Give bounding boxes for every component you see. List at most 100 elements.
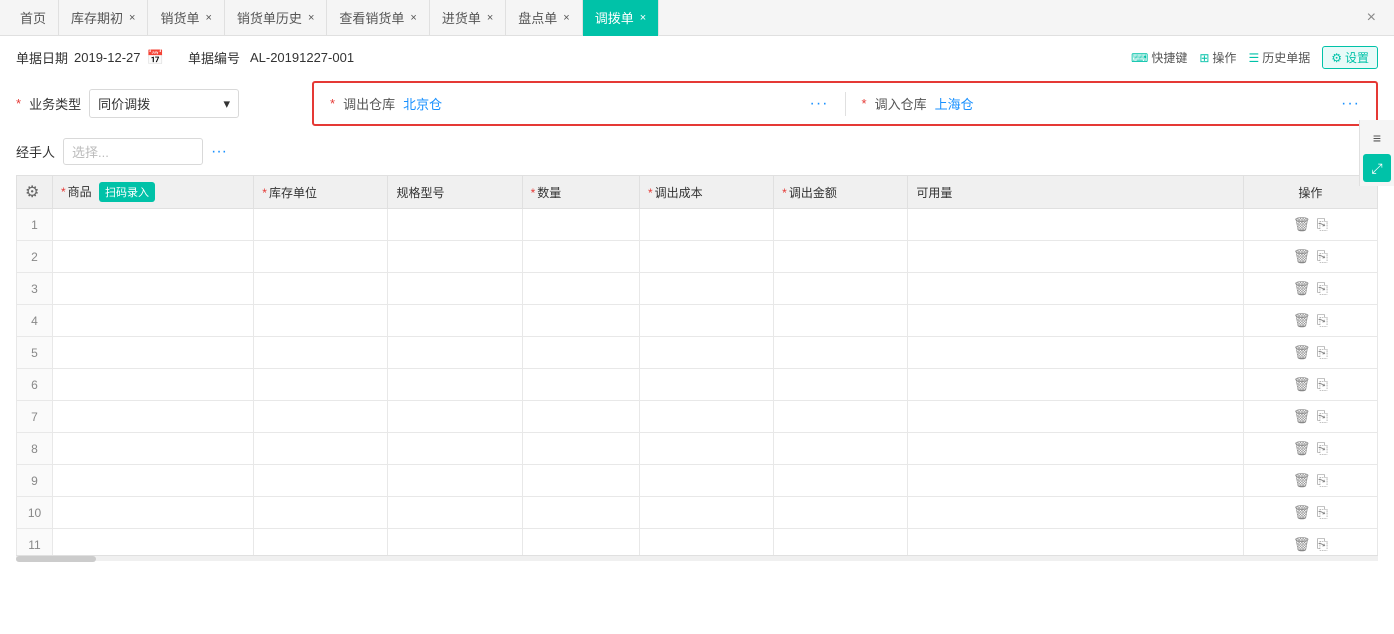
delete-icon-3[interactable]: 🗑 xyxy=(1293,280,1311,297)
operate-btn[interactable]: ⊞ 操作 xyxy=(1199,49,1236,66)
history-btn[interactable]: ☰ 历史单据 xyxy=(1248,49,1310,66)
row-cost-5[interactable] xyxy=(640,337,774,369)
delete-icon-6[interactable]: 🗑 xyxy=(1293,376,1311,393)
row-spec-7[interactable] xyxy=(388,401,522,433)
row-spec-2[interactable] xyxy=(388,241,522,273)
row-amount-8[interactable] xyxy=(774,433,908,465)
row-cost-2[interactable] xyxy=(640,241,774,273)
row-qty-1[interactable] xyxy=(522,209,639,241)
row-amount-3[interactable] xyxy=(774,273,908,305)
row-spec-1[interactable] xyxy=(388,209,522,241)
row-cost-11[interactable] xyxy=(640,529,774,556)
row-spec-8[interactable] xyxy=(388,433,522,465)
row-goods-6[interactable] xyxy=(53,369,254,401)
row-cost-7[interactable] xyxy=(640,401,774,433)
row-unit-5[interactable] xyxy=(254,337,388,369)
tab-sales-order-close[interactable]: × xyxy=(205,12,211,24)
delete-icon-4[interactable]: 🗑 xyxy=(1293,312,1311,329)
row-spec-4[interactable] xyxy=(388,305,522,337)
row-goods-11[interactable] xyxy=(53,529,254,556)
copy-icon-9[interactable]: ⎘ xyxy=(1317,472,1328,489)
tab-view-sales-close[interactable]: × xyxy=(410,12,416,24)
tab-home[interactable]: 首页 xyxy=(8,0,59,36)
row-amount-2[interactable] xyxy=(774,241,908,273)
tab-transfer-close[interactable]: × xyxy=(640,12,646,24)
row-cost-10[interactable] xyxy=(640,497,774,529)
row-unit-7[interactable] xyxy=(254,401,388,433)
delete-icon-11[interactable]: 🗑 xyxy=(1293,536,1311,553)
sidebar-expand-icon[interactable]: ⤢ xyxy=(1363,154,1391,182)
copy-icon-11[interactable]: ⎘ xyxy=(1317,536,1328,553)
copy-icon-1[interactable]: ⎘ xyxy=(1317,216,1328,233)
row-spec-9[interactable] xyxy=(388,465,522,497)
row-goods-8[interactable] xyxy=(53,433,254,465)
th-gear[interactable]: ⚙ xyxy=(17,176,53,209)
row-goods-3[interactable] xyxy=(53,273,254,305)
delete-icon-5[interactable]: 🗑 xyxy=(1293,344,1311,361)
row-goods-2[interactable] xyxy=(53,241,254,273)
shortcut-btn[interactable]: ⌨ 快捷键 xyxy=(1131,49,1187,66)
tab-stocktake-close[interactable]: × xyxy=(563,12,569,24)
row-cost-8[interactable] xyxy=(640,433,774,465)
copy-icon-7[interactable]: ⎘ xyxy=(1317,408,1328,425)
copy-icon-4[interactable]: ⎘ xyxy=(1317,312,1328,329)
row-goods-1[interactable] xyxy=(53,209,254,241)
row-spec-5[interactable] xyxy=(388,337,522,369)
handler-input[interactable]: 选择... xyxy=(63,138,203,165)
row-qty-5[interactable] xyxy=(522,337,639,369)
row-cost-4[interactable] xyxy=(640,305,774,337)
row-cost-3[interactable] xyxy=(640,273,774,305)
row-goods-5[interactable] xyxy=(53,337,254,369)
row-cost-1[interactable] xyxy=(640,209,774,241)
row-qty-6[interactable] xyxy=(522,369,639,401)
row-unit-10[interactable] xyxy=(254,497,388,529)
tab-inventory-init[interactable]: 库存期初 × xyxy=(59,0,148,36)
calendar-icon[interactable]: 📅 xyxy=(147,49,164,66)
row-cost-6[interactable] xyxy=(640,369,774,401)
copy-icon-5[interactable]: ⎘ xyxy=(1317,344,1328,361)
row-qty-9[interactable] xyxy=(522,465,639,497)
row-spec-3[interactable] xyxy=(388,273,522,305)
row-unit-1[interactable] xyxy=(254,209,388,241)
row-cost-9[interactable] xyxy=(640,465,774,497)
handler-more-btn[interactable]: ··· xyxy=(211,143,227,161)
wh-out-more-btn[interactable]: ··· xyxy=(810,95,829,113)
tab-purchase[interactable]: 进货单 × xyxy=(430,0,506,36)
tab-sales-history[interactable]: 销货单历史 × xyxy=(225,0,327,36)
delete-icon-1[interactable]: 🗑 xyxy=(1293,216,1311,233)
scroll-thumb[interactable] xyxy=(16,556,96,562)
row-unit-9[interactable] xyxy=(254,465,388,497)
delete-icon-9[interactable]: 🗑 xyxy=(1293,472,1311,489)
row-spec-6[interactable] xyxy=(388,369,522,401)
row-unit-3[interactable] xyxy=(254,273,388,305)
delete-icon-8[interactable]: 🗑 xyxy=(1293,440,1311,457)
row-goods-10[interactable] xyxy=(53,497,254,529)
row-unit-2[interactable] xyxy=(254,241,388,273)
row-goods-7[interactable] xyxy=(53,401,254,433)
tab-view-sales[interactable]: 查看销货单 × xyxy=(327,0,429,36)
delete-icon-10[interactable]: 🗑 xyxy=(1293,504,1311,521)
row-unit-4[interactable] xyxy=(254,305,388,337)
row-spec-10[interactable] xyxy=(388,497,522,529)
row-amount-9[interactable] xyxy=(774,465,908,497)
row-unit-6[interactable] xyxy=(254,369,388,401)
tab-purchase-close[interactable]: × xyxy=(487,12,493,24)
tab-sales-history-close[interactable]: × xyxy=(308,12,314,24)
tab-sales-order[interactable]: 销货单 × xyxy=(148,0,224,36)
tab-transfer[interactable]: 调拨单 × xyxy=(583,0,659,36)
sidebar-list-icon[interactable]: ≡ xyxy=(1363,124,1391,152)
tab-stocktake[interactable]: 盘点单 × xyxy=(506,0,582,36)
copy-icon-10[interactable]: ⎘ xyxy=(1317,504,1328,521)
row-qty-2[interactable] xyxy=(522,241,639,273)
wh-in-more-btn[interactable]: ··· xyxy=(1341,95,1360,113)
tab-inventory-init-close[interactable]: × xyxy=(129,12,135,24)
row-qty-8[interactable] xyxy=(522,433,639,465)
row-amount-4[interactable] xyxy=(774,305,908,337)
copy-icon-2[interactable]: ⎘ xyxy=(1317,248,1328,265)
row-unit-11[interactable] xyxy=(254,529,388,556)
copy-icon-6[interactable]: ⎘ xyxy=(1317,376,1328,393)
row-amount-7[interactable] xyxy=(774,401,908,433)
delete-icon-7[interactable]: 🗑 xyxy=(1293,408,1311,425)
row-qty-10[interactable] xyxy=(522,497,639,529)
row-qty-3[interactable] xyxy=(522,273,639,305)
